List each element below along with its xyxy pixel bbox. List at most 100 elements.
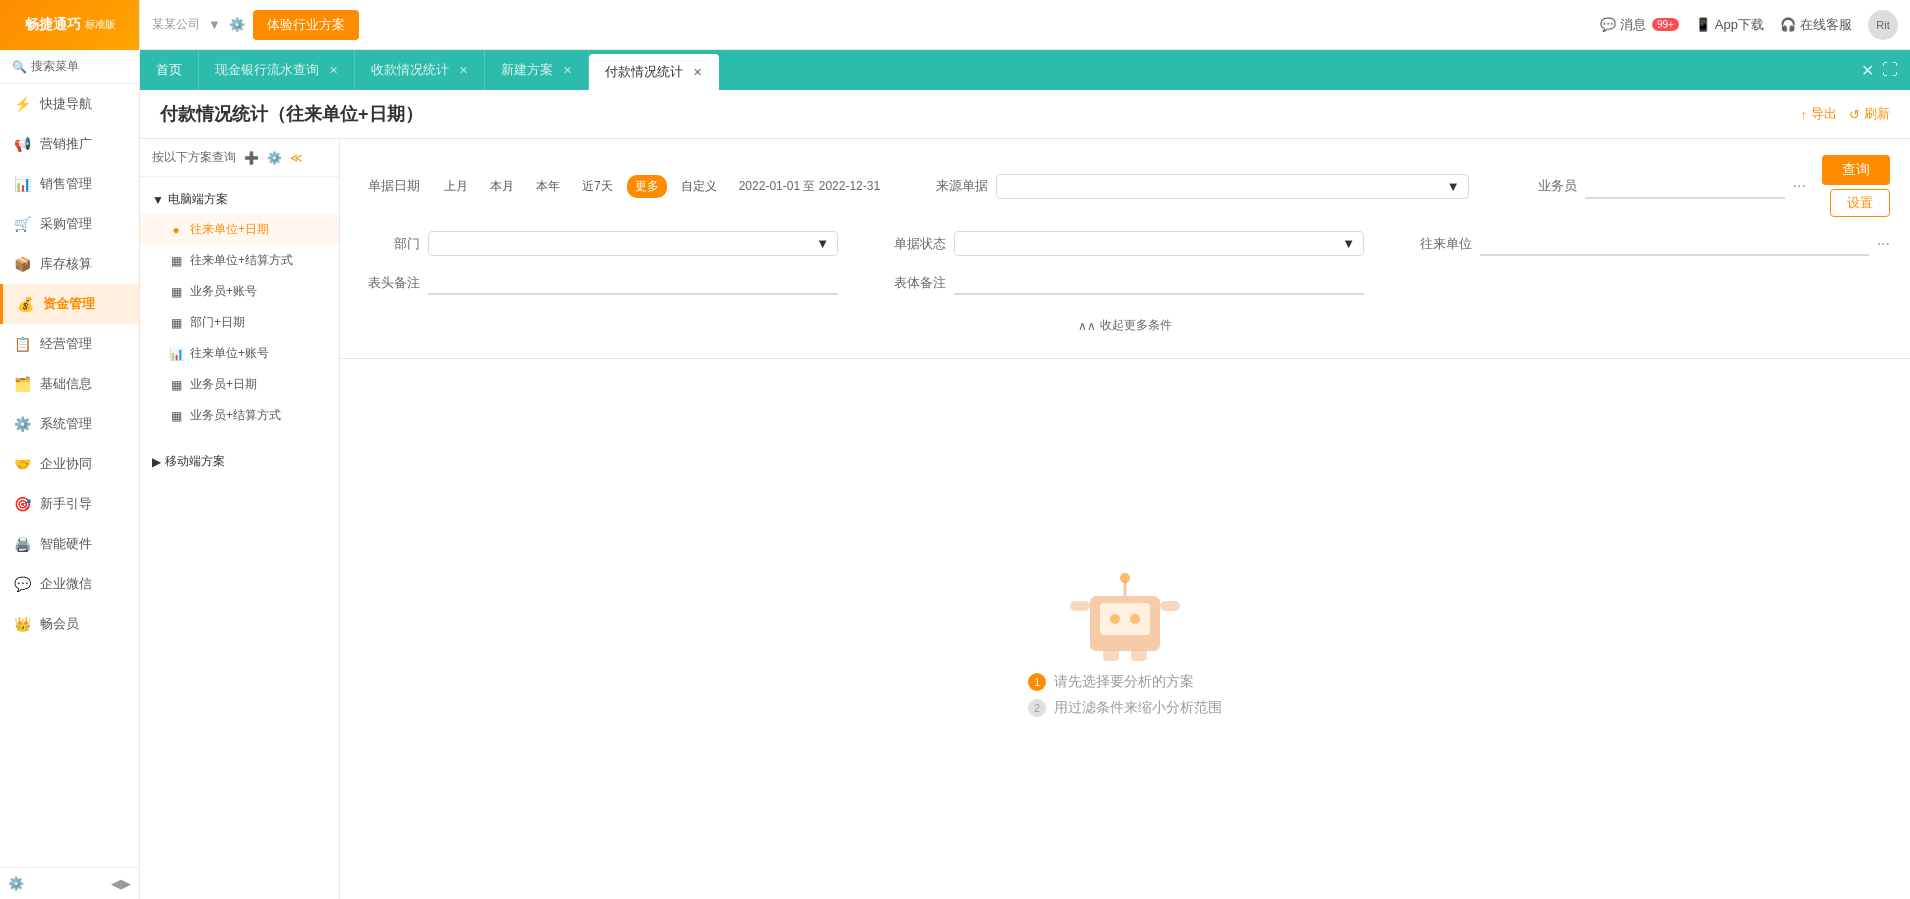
date-opt-last-month[interactable]: 上月 xyxy=(436,175,476,198)
source-select[interactable]: ▼ xyxy=(996,174,1469,199)
receipt-stat-tab-label: 收款情况统计 xyxy=(371,61,449,79)
collapse-panel-icon[interactable]: ≪ xyxy=(290,151,303,165)
header-note-input[interactable] xyxy=(428,270,838,294)
status-select[interactable]: ▼ xyxy=(954,231,1364,256)
scheme-table-icon2: ▦ xyxy=(168,284,184,300)
sidebar-item-label: 经营管理 xyxy=(40,335,92,353)
sidebar-search[interactable]: 🔍 搜索菜单 xyxy=(0,50,139,84)
sidebar-item-business[interactable]: 📋 经营管理 xyxy=(0,324,139,364)
tab-payment-stat[interactable]: 付款情况统计 ✕ xyxy=(589,54,719,90)
employee-more-icon[interactable]: ··· xyxy=(1793,177,1806,195)
close-all-tabs-icon[interactable]: ✕ xyxy=(1861,61,1874,80)
settings-scheme-icon[interactable]: ⚙️ xyxy=(267,151,282,165)
refresh-button[interactable]: ↺ 刷新 xyxy=(1849,105,1890,123)
sidebar-item-finance[interactable]: 💰 资金管理 xyxy=(0,284,139,324)
trial-button[interactable]: 体验行业方案 xyxy=(253,10,359,40)
scheme-item-label: 业务员+日期 xyxy=(190,376,257,393)
employee-input[interactable] xyxy=(1585,174,1785,198)
online-service-button[interactable]: 🎧 在线客服 xyxy=(1780,16,1852,34)
settings-button[interactable]: 设置 xyxy=(1830,189,1890,217)
mobile-section-toggle[interactable]: ▶ 移动端方案 xyxy=(140,447,339,476)
sidebar-item-label: 库存核算 xyxy=(40,255,92,273)
sidebar-item-marketing[interactable]: 📢 营销推广 xyxy=(0,124,139,164)
hardware-icon: 🖨️ xyxy=(12,534,32,554)
message-button[interactable]: 💬 消息 99+ xyxy=(1600,16,1679,34)
date-opt-this-year[interactable]: 本年 xyxy=(528,175,568,198)
guide-icon: 🎯 xyxy=(12,494,32,514)
date-opt-this-month[interactable]: 本月 xyxy=(482,175,522,198)
scheme-table-icon5: ▦ xyxy=(168,408,184,424)
date-opt-7days[interactable]: 近7天 xyxy=(574,175,621,198)
tab-home[interactable]: 首页 xyxy=(140,50,199,90)
sidebar-item-system[interactable]: ⚙️ 系统管理 xyxy=(0,404,139,444)
sidebar-item-quick-nav[interactable]: ⚡ 快捷导航 xyxy=(0,84,139,124)
payment-stat-tab-close[interactable]: ✕ xyxy=(693,66,702,79)
receipt-stat-tab-close[interactable]: ✕ xyxy=(459,64,468,77)
sidebar-item-hardware[interactable]: 🖨️ 智能硬件 xyxy=(0,524,139,564)
scheme-item-employee-settle[interactable]: ▦ 业务员+结算方式 xyxy=(140,400,339,431)
sidebar-nav: ⚡ 快捷导航 📢 营销推广 📊 销售管理 🛒 采购管理 📦 库存核算 💰 资金管… xyxy=(0,84,139,867)
business-icon: 📋 xyxy=(12,334,32,354)
desktop-section-label: 电脑端方案 xyxy=(168,191,228,208)
scheme-item-employee-account[interactable]: ▦ 业务员+账号 xyxy=(140,276,339,307)
new-scheme-tab-close[interactable]: ✕ xyxy=(563,64,572,77)
scheme-table-icon3: ▦ xyxy=(168,315,184,331)
svg-rect-7 xyxy=(1160,601,1180,611)
scheme-item-unit-date[interactable]: ● 往来单位+日期 xyxy=(140,214,339,245)
partner-more-icon[interactable]: ··· xyxy=(1877,235,1890,253)
maximize-icon[interactable]: ⛶ xyxy=(1882,61,1898,79)
sidebar-item-guide[interactable]: 🎯 新手引导 xyxy=(0,484,139,524)
add-scheme-icon[interactable]: ➕ xyxy=(244,151,259,165)
sidebar-item-label: 新手引导 xyxy=(40,495,92,513)
date-opt-more[interactable]: 更多 xyxy=(627,175,667,198)
date-range-display: 2022-01-01 至 2022-12-31 xyxy=(739,178,880,195)
company-selector[interactable]: 某某公司 xyxy=(152,16,200,33)
scheme-item-label: 往来单位+账号 xyxy=(190,345,269,362)
cash-flow-tab-close[interactable]: ✕ xyxy=(329,64,338,77)
sidebar-item-sales[interactable]: 📊 销售管理 xyxy=(0,164,139,204)
online-service-label: 在线客服 xyxy=(1800,16,1852,34)
scheme-table-icon4: ▦ xyxy=(168,377,184,393)
query-button[interactable]: 查询 xyxy=(1822,155,1890,185)
body-note-input[interactable] xyxy=(954,270,1364,294)
body-note-group: 表体备注 xyxy=(886,270,1364,295)
new-scheme-tab-label: 新建方案 xyxy=(501,61,553,79)
export-button[interactable]: ↑ 导出 xyxy=(1801,105,1838,123)
date-opt-custom[interactable]: 自定义 xyxy=(673,175,725,198)
app-download-label: App下载 xyxy=(1715,16,1764,34)
sidebar-item-purchase[interactable]: 🛒 采购管理 xyxy=(0,204,139,244)
tab-receipt-stat[interactable]: 收款情况统计 ✕ xyxy=(355,50,485,90)
settings-icon[interactable]: ⚙️ xyxy=(8,876,24,891)
scheme-item-dept-date[interactable]: ▦ 部门+日期 xyxy=(140,307,339,338)
sidebar-bottom: ⚙️ ◀▶ xyxy=(0,867,139,899)
user-avatar[interactable]: Rit xyxy=(1868,10,1898,40)
status-select-arrow: ▼ xyxy=(1342,236,1355,251)
dept-select[interactable]: ▼ xyxy=(428,231,838,256)
collapse-filter-button[interactable]: ∧∧ 收起更多条件 xyxy=(360,309,1890,342)
tabbar-actions: ✕ ⛶ xyxy=(1861,50,1910,90)
svg-point-3 xyxy=(1130,614,1140,624)
logo-sub: 标准版 xyxy=(85,18,115,32)
topbar-gear-icon[interactable]: ⚙️ xyxy=(229,17,245,32)
scheme-item-unit-settle[interactable]: ▦ 往来单位+结算方式 xyxy=(140,245,339,276)
app-download-button[interactable]: 📱 App下载 xyxy=(1695,16,1764,34)
scheme-item-employee-date[interactable]: ▦ 业务员+日期 xyxy=(140,369,339,400)
sidebar-item-basic[interactable]: 🗂️ 基础信息 xyxy=(0,364,139,404)
refresh-icon: ↺ xyxy=(1849,107,1860,122)
sidebar-item-wechat[interactable]: 💬 企业微信 xyxy=(0,564,139,604)
collapse-sidebar-icon[interactable]: ◀▶ xyxy=(111,876,131,891)
tab-cash-flow[interactable]: 现金银行流水查询 ✕ xyxy=(199,50,355,90)
wechat-icon: 💬 xyxy=(12,574,32,594)
sidebar-item-member[interactable]: 👑 畅会员 xyxy=(0,604,139,644)
desktop-section-toggle[interactable]: ▼ 电脑端方案 xyxy=(140,185,339,214)
refresh-label: 刷新 xyxy=(1864,105,1890,123)
tab-new-scheme[interactable]: 新建方案 ✕ xyxy=(485,50,589,90)
sidebar-item-coop[interactable]: 🤝 企业协同 xyxy=(0,444,139,484)
scheme-item-label: 往来单位+结算方式 xyxy=(190,252,293,269)
scheme-item-unit-account[interactable]: 📊 往来单位+账号 xyxy=(140,338,339,369)
sidebar-item-inventory[interactable]: 📦 库存核算 xyxy=(0,244,139,284)
dept-filter-label: 部门 xyxy=(360,235,420,253)
partner-input[interactable] xyxy=(1480,231,1869,255)
company-dropdown-icon[interactable]: ▼ xyxy=(208,17,221,32)
source-select-arrow: ▼ xyxy=(1447,179,1460,194)
